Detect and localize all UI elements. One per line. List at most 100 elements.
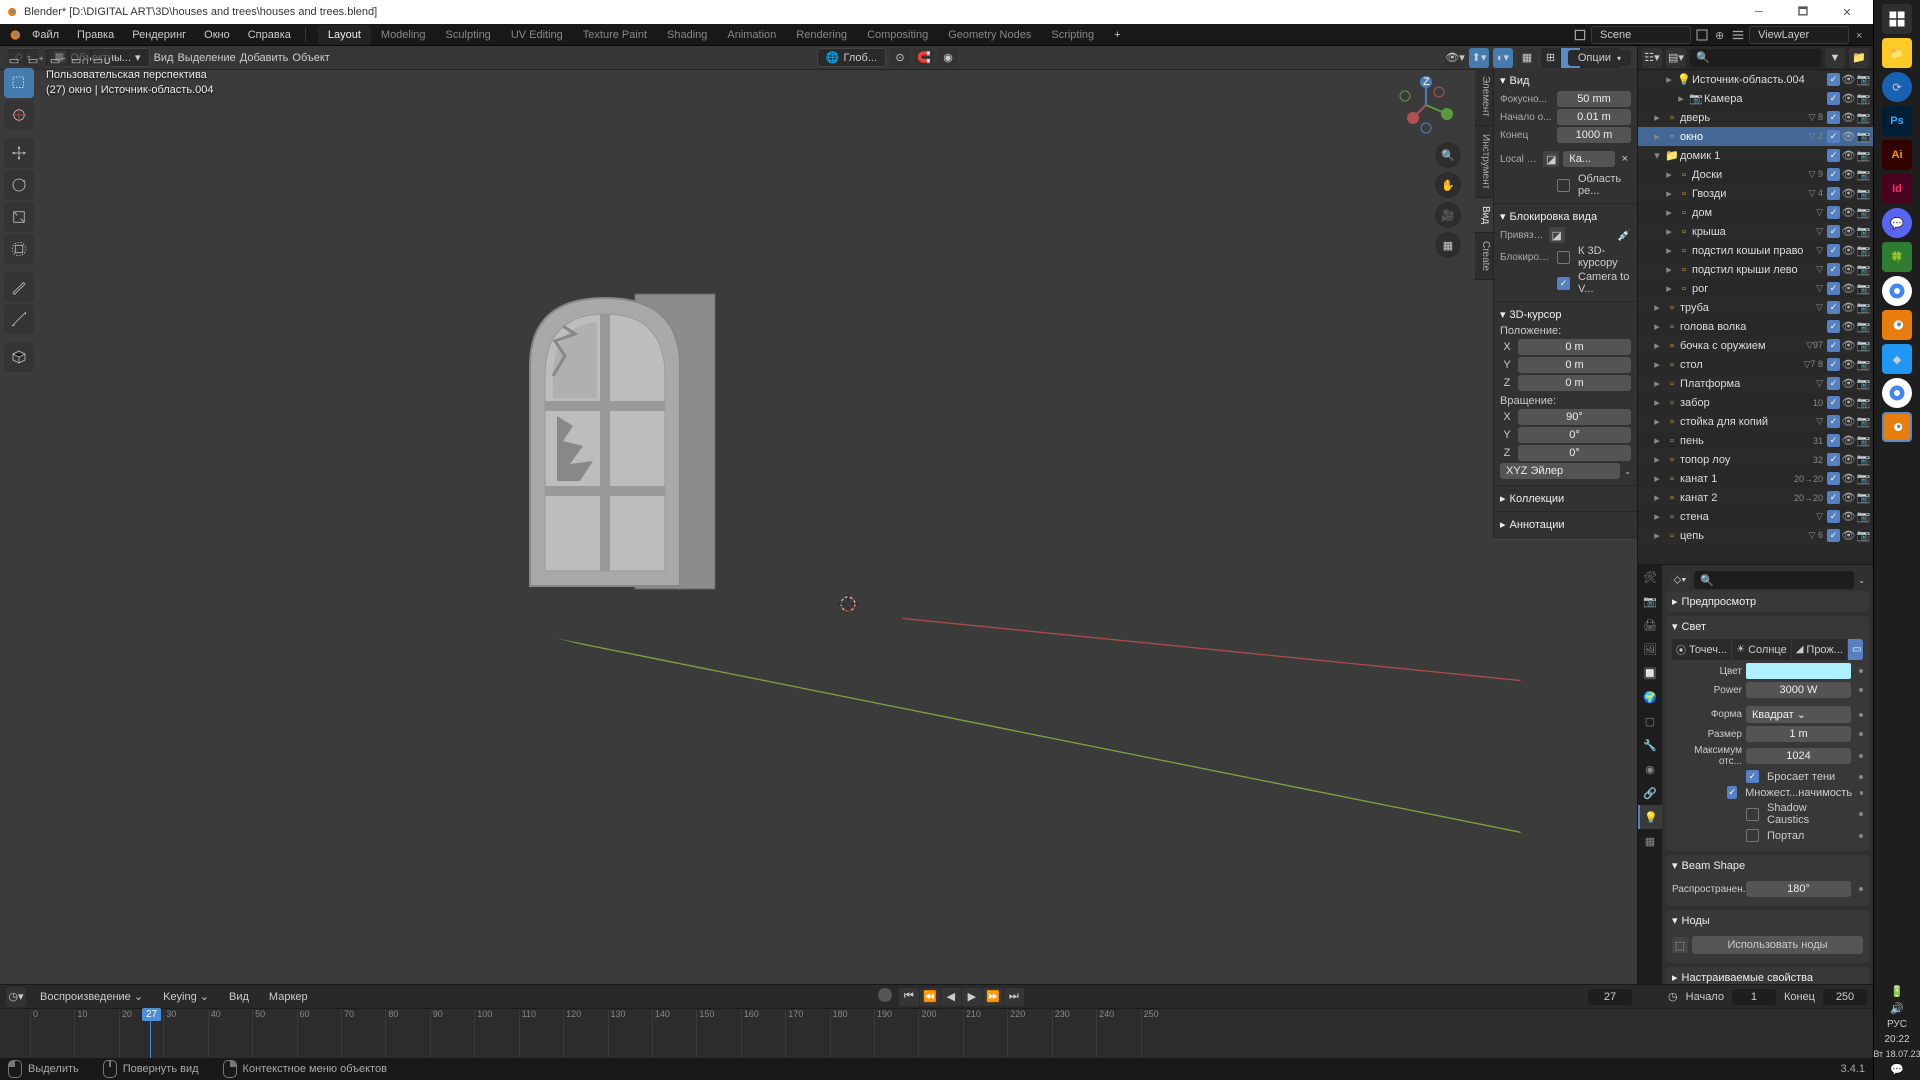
nav-camera-icon[interactable]: 🎥 [1435, 202, 1461, 228]
focal-length-field[interactable]: 50 mm [1557, 91, 1631, 107]
autokey-toggle[interactable] [878, 988, 892, 1002]
outliner-row[interactable]: ▸▫канат 220→20👁📷 [1638, 488, 1873, 507]
outliner-row[interactable]: ▸▫подстил кошыи право▽👁📷 [1638, 241, 1873, 260]
outliner-row[interactable]: ▸▫стена▽👁📷 [1638, 507, 1873, 526]
outliner-row[interactable]: ▸▫забор10👁📷 [1638, 393, 1873, 412]
outliner-row[interactable]: ▸▫цепь▽ 6👁📷 [1638, 526, 1873, 545]
nav-pan-icon[interactable]: ✋ [1435, 172, 1461, 198]
workspace-tab-rendering[interactable]: Rendering [786, 25, 857, 45]
proptab-tool-icon[interactable]: 🛠 [1638, 565, 1662, 589]
tool-transform[interactable] [4, 234, 34, 264]
outliner-row[interactable]: ▸▫труба▽👁📷 [1638, 298, 1873, 317]
workspace-tab-modeling[interactable]: Modeling [371, 25, 436, 45]
nav-zoom-icon[interactable]: 🔍 [1435, 142, 1461, 168]
frame-start-field[interactable]: 1 [1732, 989, 1776, 1005]
outliner-row[interactable]: ▸▫стол▽7 8👁📷 [1638, 355, 1873, 374]
window-mesh[interactable] [505, 286, 725, 596]
portal-checkbox[interactable] [1746, 829, 1759, 842]
outliner-editor-icon[interactable]: ☷▾ [1642, 48, 1662, 68]
npanel-tab-0[interactable]: Элемент [1475, 68, 1493, 126]
play-icon[interactable]: ▶ [962, 988, 982, 1006]
multi-importance-checkbox[interactable] [1727, 786, 1737, 799]
props-nodes-header[interactable]: ▾ Ноды [1666, 910, 1869, 931]
proptab-texture-icon[interactable]: ▦ [1638, 829, 1662, 853]
taskbar-app1-icon[interactable]: 🍀 [1882, 242, 1912, 272]
outliner-row[interactable]: ▸▫рог▽👁📷 [1638, 279, 1873, 298]
cursor-ry-field[interactable]: 0° [1518, 427, 1631, 443]
menu-render[interactable]: Рендеринг [124, 26, 194, 44]
localcam-clear-icon[interactable]: × [1619, 153, 1631, 165]
light-type-spot[interactable]: ◢ Прож... [1792, 639, 1847, 660]
props-beam-header[interactable]: ▾ Beam Shape [1666, 855, 1869, 876]
selectmode-new-icon[interactable]: ▭ [4, 50, 24, 70]
proptab-data-icon[interactable]: 💡 [1638, 805, 1662, 829]
current-frame-field[interactable]: 27 [1588, 989, 1632, 1005]
workspace-tab-shading[interactable]: Shading [657, 25, 717, 45]
cursor-z-field[interactable]: 0 m [1518, 375, 1631, 391]
workspace-tab-layout[interactable]: Layout [318, 25, 371, 45]
outliner-row[interactable]: ▸▫Доски▽ 9👁📷 [1638, 165, 1873, 184]
localcam-picker[interactable]: ◪ [1543, 151, 1559, 167]
outliner-filter-icon[interactable]: ▼ [1825, 48, 1845, 68]
taskbar-indesign-icon[interactable]: Id [1882, 174, 1912, 204]
lock-obj-picker[interactable]: ◪ [1549, 227, 1565, 243]
workspace-tab-compositing[interactable]: Compositing [857, 25, 938, 45]
outliner-row[interactable]: ▸▫топор лоу32👁📷 [1638, 450, 1873, 469]
taskbar-chrome2-icon[interactable] [1882, 378, 1912, 408]
beam-spread-field[interactable]: 180° [1746, 881, 1851, 897]
tray-notifications-icon[interactable]: 💬 [1890, 1063, 1904, 1076]
timeline-marker-menu[interactable]: Маркер [263, 989, 314, 1005]
play-reverse-icon[interactable]: ◀ [941, 988, 961, 1006]
outliner-row[interactable]: ▸▫дверь▽ 8👁📷 [1638, 108, 1873, 127]
tray-battery-icon[interactable]: 🔋 [1890, 985, 1904, 998]
outliner-row[interactable]: ▸💡Источник-область.004👁📷 [1638, 70, 1873, 89]
taskbar-chrome1-icon[interactable] [1882, 276, 1912, 306]
tray-lang[interactable]: РУС [1887, 1019, 1907, 1030]
options-popover[interactable]: Опции ▾ [1568, 50, 1631, 66]
workspace-tab-scripting[interactable]: Scripting [1041, 25, 1104, 45]
light-type-point[interactable]: ⦿ Точеч... [1672, 639, 1731, 660]
tool-move[interactable] [4, 138, 34, 168]
outliner-row[interactable]: ▸▫дом▽👁📷 [1638, 203, 1873, 222]
orientation-dropdown[interactable]: 🌐 Глоб... [817, 48, 886, 67]
taskbar-blender-active-icon[interactable] [1882, 412, 1912, 442]
props-light-header[interactable]: ▾ Свет [1666, 616, 1869, 637]
outliner-row[interactable]: ▸▫стойка для копий▽👁📷 [1638, 412, 1873, 431]
light-size-field[interactable]: 1 m [1746, 726, 1851, 742]
npanel-tab-3[interactable]: Create [1475, 233, 1493, 280]
tool-rotate[interactable] [4, 170, 34, 200]
outliner-row[interactable]: ▸▫крыша▽👁📷 [1638, 222, 1873, 241]
cursor-rz-field[interactable]: 0° [1518, 445, 1631, 461]
cursor-rx-field[interactable]: 90° [1518, 409, 1631, 425]
light-power-field[interactable]: 3000 W [1746, 682, 1851, 698]
proptab-constraint-icon[interactable]: 🔗 [1638, 781, 1662, 805]
localcam-field[interactable]: Ка... [1563, 151, 1614, 167]
menu-object[interactable]: Объект [292, 52, 329, 64]
clock-icon[interactable]: ◷ [1668, 990, 1678, 1003]
selectmode-invert-icon[interactable]: ▭∩ [70, 50, 90, 70]
use-nodes-button[interactable]: Использовать ноды [1692, 936, 1863, 954]
frame-end-field[interactable]: 250 [1823, 989, 1867, 1005]
light-type-area[interactable]: ▭ Источ... [1848, 639, 1863, 660]
outliner-search[interactable]: 🔍 [1690, 49, 1821, 67]
tool-scale[interactable] [4, 202, 34, 232]
tool-select-box[interactable] [4, 68, 34, 98]
proportional-icon[interactable]: ◉ [938, 48, 958, 68]
timeline-track[interactable]: 0102030405060708090100110120130140150160… [0, 1009, 1873, 1058]
menu-edit[interactable]: Правка [69, 26, 122, 44]
lock-cursor-checkbox[interactable] [1557, 251, 1570, 264]
caustics-checkbox[interactable] [1746, 808, 1759, 821]
taskbar-explorer-icon[interactable]: 📁 [1882, 38, 1912, 68]
jump-prev-key-icon[interactable]: ⏪ [920, 988, 940, 1006]
props-custom-header[interactable]: ▸ Настраиваемые свойства [1666, 967, 1869, 984]
jump-next-key-icon[interactable]: ⏩ [983, 988, 1003, 1006]
proptab-scene-icon[interactable]: 🔲 [1638, 661, 1662, 685]
taskbar-illustrator-icon[interactable]: Ai [1882, 140, 1912, 170]
outliner-row[interactable]: ▸▫Гвозди▽ 4👁📷 [1638, 184, 1873, 203]
taskbar-start-icon[interactable] [1882, 4, 1912, 34]
proptab-world-icon[interactable]: 🌍 [1638, 685, 1662, 709]
scene-new-icon[interactable]: ⊕ [1713, 28, 1727, 42]
menu-add[interactable]: Добавить [240, 52, 289, 64]
menu-help[interactable]: Справка [240, 26, 299, 44]
proptab-modifier-icon[interactable]: 🔧 [1638, 733, 1662, 757]
